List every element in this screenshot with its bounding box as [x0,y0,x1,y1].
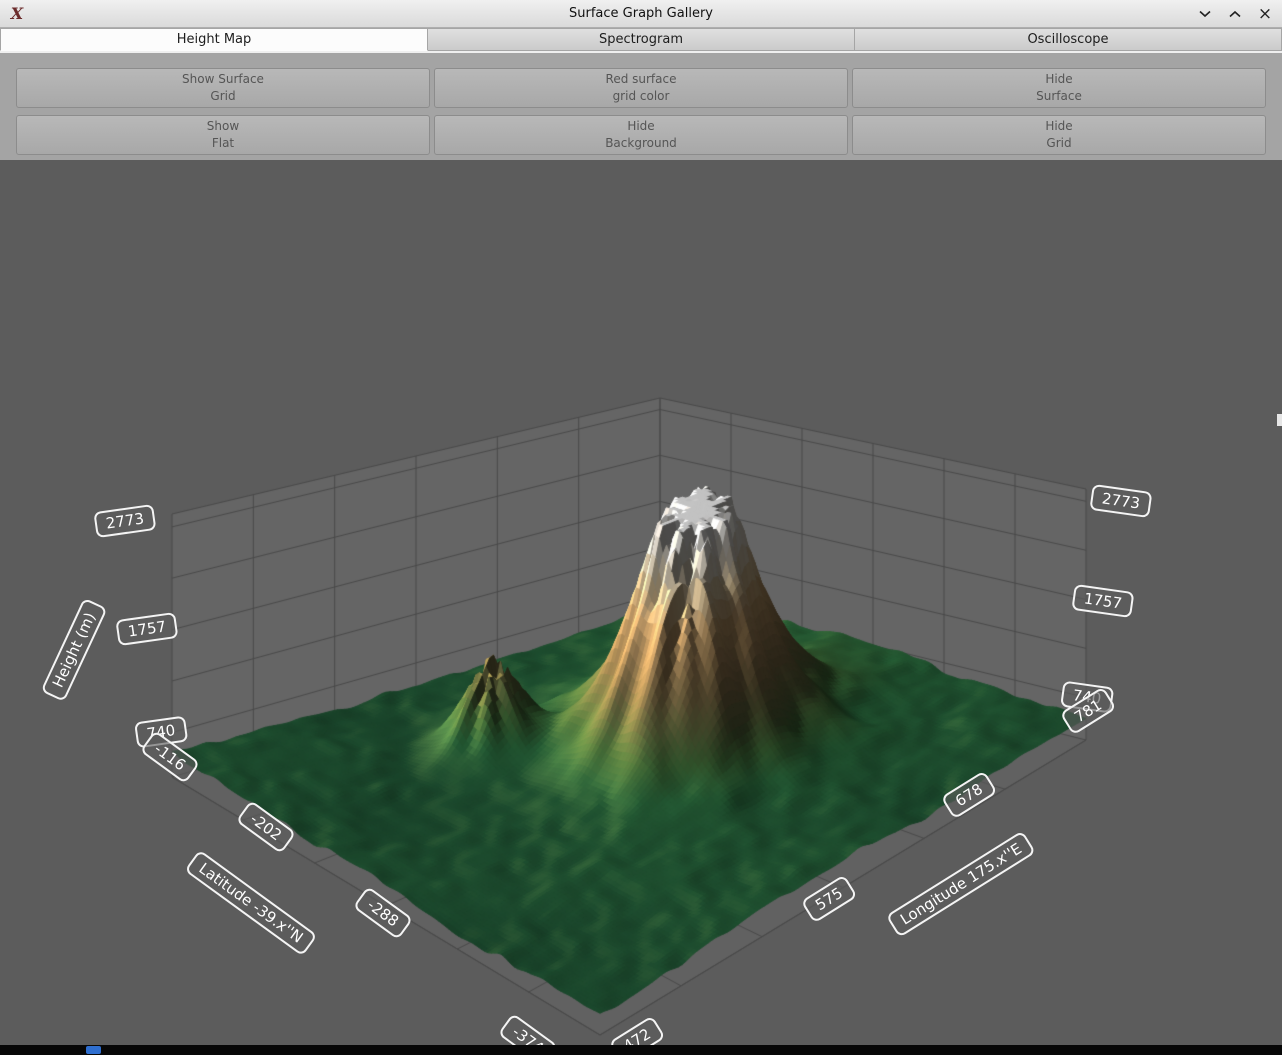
hide-grid-button[interactable]: Hide Grid [852,115,1266,155]
close-button[interactable]: × [1256,5,1274,23]
show-flat-button[interactable]: Show Flat [16,115,430,155]
hide-background-button[interactable]: Hide Background [434,115,848,155]
tab-oscilloscope[interactable]: Oscilloscope [855,28,1282,51]
show-surface-grid-button[interactable]: Show Surface Grid [16,68,430,108]
chevron-up-icon [1229,10,1241,18]
chevron-down-icon [1199,10,1211,18]
hide-surface-button[interactable]: Hide Surface [852,68,1266,108]
tab-bar: Height Map Spectrogram Oscilloscope [0,28,1282,51]
control-panel: Show Surface Grid Red surface grid color… [0,51,1282,160]
window-controls: × [1196,0,1274,28]
window-title: Surface Graph Gallery [0,0,1282,28]
maximize-button[interactable] [1226,5,1244,23]
right-edge-artifact [1277,414,1282,426]
tab-height-map[interactable]: Height Map [0,28,428,51]
surface-3d-view[interactable] [0,160,1282,1055]
taskbar [0,1045,1282,1055]
titlebar: X Surface Graph Gallery × [0,0,1282,28]
shade-button[interactable] [1196,5,1214,23]
red-surface-grid-color-button[interactable]: Red surface grid color [434,68,848,108]
tab-spectrogram[interactable]: Spectrogram [428,28,855,51]
taskbar-app-icon[interactable] [86,1046,101,1054]
